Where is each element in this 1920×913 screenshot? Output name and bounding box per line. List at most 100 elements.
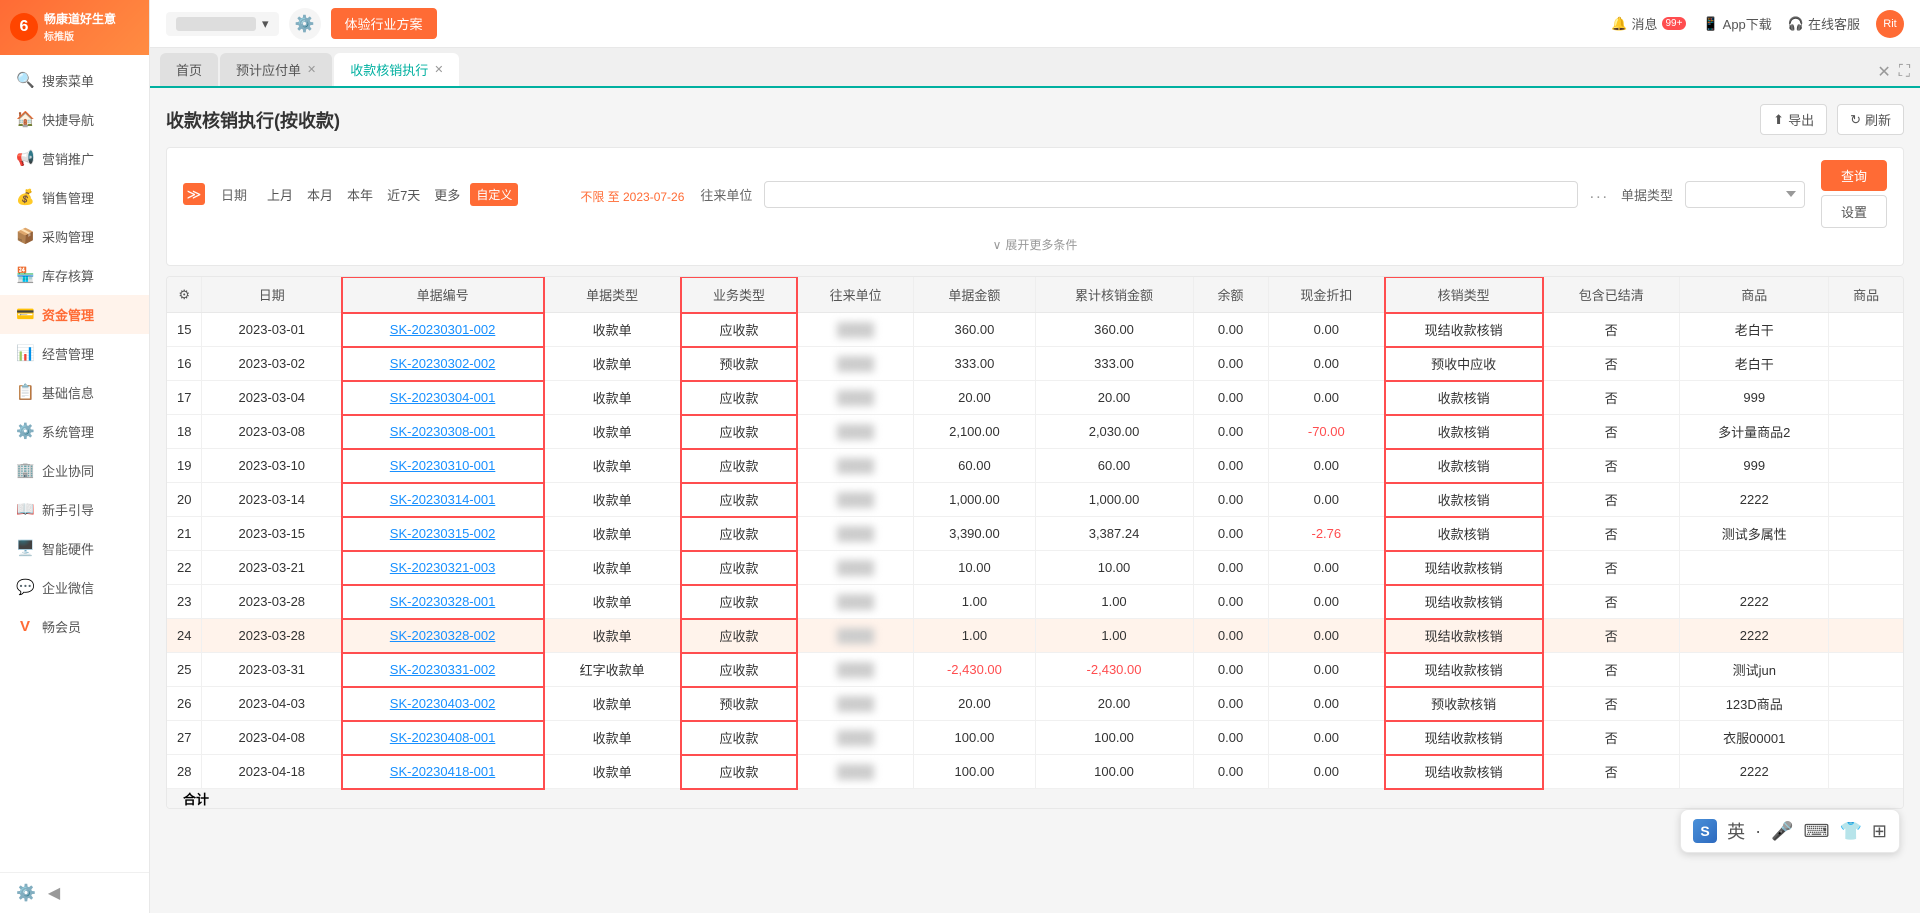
cell-voucher-no[interactable]: SK-20230304-001 — [342, 381, 544, 415]
cell-date: 2023-03-08 — [202, 415, 342, 449]
cell-voucher-no[interactable]: SK-20230418-001 — [342, 755, 544, 789]
sidebar-logo: 6 畅康道好生意 标推版 — [0, 0, 149, 55]
online-service-item[interactable]: 🎧 在线客服 — [1788, 14, 1860, 33]
export-button[interactable]: ⬆ 导出 — [1760, 104, 1827, 135]
custom-date-button[interactable]: 自定义 — [470, 183, 518, 206]
settings-button[interactable]: ⚙️ — [289, 8, 321, 40]
tab-collection-close[interactable]: ✕ — [434, 63, 443, 76]
sidebar-item-marketing[interactable]: 📢 营销推广 — [0, 139, 149, 178]
date-opt-7days[interactable]: 近7天 — [383, 183, 424, 206]
sidebar-item-system[interactable]: ⚙️ 系统管理 — [0, 412, 149, 451]
chevron-down-icon: ▾ — [262, 16, 269, 32]
date-opt-last-month[interactable]: 上月 — [263, 183, 297, 206]
cell-date: 2023-03-14 — [202, 483, 342, 517]
col-settings[interactable]: ⚙ — [167, 277, 202, 313]
cell-cumulative: 100.00 — [1035, 755, 1193, 789]
cell-partner: ████ — [797, 347, 914, 381]
sidebar-item-wechat[interactable]: 💬 企业微信 — [0, 568, 149, 607]
sidebar-item-enterprise[interactable]: 🏢 企业协同 — [0, 451, 149, 490]
avatar[interactable]: Rit — [1876, 10, 1904, 38]
operations-icon: 📊 — [16, 344, 34, 362]
tab-prepay[interactable]: 预计应付单 ✕ — [220, 53, 332, 86]
sidebar-item-operations[interactable]: 📊 经营管理 — [0, 334, 149, 373]
cell-voucher-no[interactable]: SK-20230331-002 — [342, 653, 544, 687]
cell-include-settled: 否 — [1543, 313, 1680, 347]
workspace-selector[interactable]: ▾ — [166, 12, 279, 36]
industry-solution-button[interactable]: 体验行业方案 — [331, 8, 437, 39]
column-settings-button[interactable]: 设置 — [1821, 195, 1887, 228]
cell-voucher-no[interactable]: SK-20230310-001 — [342, 449, 544, 483]
ime-text-btn[interactable]: 英 — [1727, 818, 1745, 844]
voucher-type-select[interactable] — [1685, 181, 1805, 208]
date-opt-this-year[interactable]: 本年 — [343, 183, 377, 206]
close-tab-button[interactable]: ✕ — [1877, 62, 1890, 82]
date-opt-this-month[interactable]: 本月 — [303, 183, 337, 206]
sidebar-item-finance[interactable]: 💳 资金管理 — [0, 295, 149, 334]
cell-voucher-type: 收款单 — [544, 347, 681, 381]
cell-include-settled: 否 — [1543, 449, 1680, 483]
filter-expand-button[interactable]: ≫ — [183, 183, 205, 205]
cell-voucher-no[interactable]: SK-20230308-001 — [342, 415, 544, 449]
cell-seq: 18 — [167, 415, 202, 449]
ime-dot-btn[interactable]: · — [1755, 821, 1761, 842]
tab-home[interactable]: 首页 — [160, 53, 218, 86]
cell-biz-type: 应收款 — [681, 381, 798, 415]
cell-seq: 26 — [167, 687, 202, 721]
date-opt-more[interactable]: 更多 — [430, 183, 464, 206]
table-wrapper: ⚙ 日期 单据编号 单据类型 业务类型 往来单位 单据金额 累计核销金额 余额 … — [166, 276, 1904, 809]
cell-voucher-no[interactable]: SK-20230328-002 — [342, 619, 544, 653]
sidebar-item-sales[interactable]: 💰 销售管理 — [0, 178, 149, 217]
ime-mic-btn[interactable]: 🎤 — [1771, 821, 1793, 842]
sidebar-item-label: 新手引导 — [42, 500, 94, 519]
sidebar-item-label: 企业微信 — [42, 578, 94, 597]
sidebar-item-hardware[interactable]: 🖥️ 智能硬件 — [0, 529, 149, 568]
sidebar-item-guide[interactable]: 📖 新手引导 — [0, 490, 149, 529]
sidebar-item-basics[interactable]: 📋 基础信息 — [0, 373, 149, 412]
cell-biz-type: 应收款 — [681, 755, 798, 789]
ime-skin-btn[interactable]: 👕 — [1839, 821, 1861, 842]
table-scroll[interactable]: ⚙ 日期 单据编号 单据类型 业务类型 往来单位 单据金额 累计核销金额 余额 … — [167, 277, 1903, 808]
refresh-button[interactable]: ↻ 刷新 — [1837, 104, 1904, 135]
settings-icon[interactable]: ⚙️ — [16, 883, 36, 903]
sidebar-item-member[interactable]: V 畅会员 — [0, 607, 149, 646]
tabbar: 首页 预计应付单 ✕ 收款核销执行 ✕ ✕ ⛶ — [150, 48, 1920, 88]
cell-voucher-type: 收款单 — [544, 313, 681, 347]
app-download-item[interactable]: 📱 App下载 — [1702, 14, 1771, 33]
sidebar-item-label: 营销推广 — [42, 149, 94, 168]
cell-biz-type: 应收款 — [681, 551, 798, 585]
topbar-left: ▾ ⚙️ 体验行业方案 — [166, 8, 1599, 40]
cell-voucher-no[interactable]: SK-20230403-002 — [342, 687, 544, 721]
cell-voucher-no[interactable]: SK-20230314-001 — [342, 483, 544, 517]
cell-voucher-no[interactable]: SK-20230315-002 — [342, 517, 544, 551]
ime-keyboard-btn[interactable]: ⌨ — [1804, 821, 1830, 842]
sidebar-item-search[interactable]: 🔍 搜索菜单 — [0, 61, 149, 100]
cell-include-settled: 否 — [1543, 347, 1680, 381]
cell-balance: 0.00 — [1193, 313, 1268, 347]
more-filters-dots[interactable]: ... — [1590, 185, 1609, 203]
date-range-display: 不限 至 2023-07-26 — [580, 190, 684, 204]
cell-partner: ████ — [797, 721, 914, 755]
expand-more-conditions[interactable]: ∨ 展开更多条件 — [183, 236, 1887, 253]
cell-voucher-no[interactable]: SK-20230301-002 — [342, 313, 544, 347]
tab-collection[interactable]: 收款核销执行 ✕ — [334, 53, 459, 86]
cell-include-settled: 否 — [1543, 619, 1680, 653]
cell-voucher-no[interactable]: SK-20230321-003 — [342, 551, 544, 585]
sidebar-item-quicknav[interactable]: 🏠 快捷导航 — [0, 100, 149, 139]
notifications-item[interactable]: 🔔 消息 99+ — [1611, 14, 1686, 33]
cell-cash-discount: 0.00 — [1268, 347, 1385, 381]
query-button[interactable]: 查询 — [1821, 160, 1887, 191]
cell-voucher-no[interactable]: SK-20230328-001 — [342, 585, 544, 619]
cell-voucher-type: 收款单 — [544, 449, 681, 483]
sidebar-item-purchase[interactable]: 📦 采购管理 — [0, 217, 149, 256]
cell-voucher-no[interactable]: SK-20230302-002 — [342, 347, 544, 381]
tab-prepay-close[interactable]: ✕ — [307, 63, 316, 76]
cell-goods1: 2222 — [1680, 483, 1829, 517]
sidebar-item-label: 畅会员 — [42, 617, 81, 636]
ime-apps-btn[interactable]: ⊞ — [1872, 821, 1887, 842]
collapse-icon[interactable]: ◀ — [48, 883, 60, 903]
maximize-button[interactable]: ⛶ — [1899, 63, 1910, 81]
cell-voucher-no[interactable]: SK-20230408-001 — [342, 721, 544, 755]
cell-balance: 0.00 — [1193, 517, 1268, 551]
partner-input[interactable] — [764, 181, 1577, 208]
sidebar-item-inventory[interactable]: 🏪 库存核算 — [0, 256, 149, 295]
